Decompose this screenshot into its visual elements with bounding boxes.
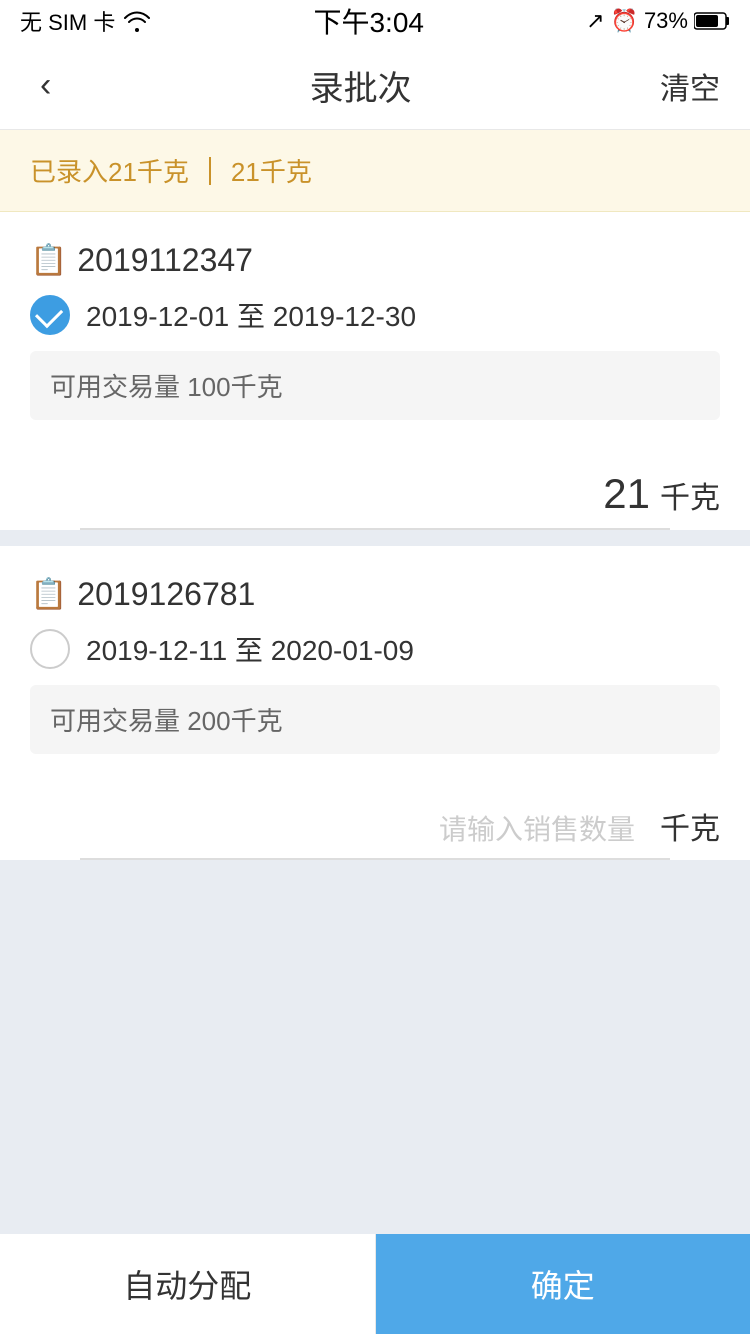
batch-1-amount-row: 21 千克 — [0, 450, 750, 528]
batch-2-date: 2019-12-11 至 2020-01-09 — [86, 629, 414, 669]
info-amount: 21千克 — [231, 152, 312, 189]
status-right: ↗ ⏰ 73% — [586, 8, 730, 34]
no-sim-text: 无 SIM 卡 — [20, 5, 115, 37]
batch-1-date-row[interactable]: 2019-12-01 至 2019-12-30 — [30, 295, 720, 335]
batch-1-radio[interactable] — [30, 295, 70, 335]
batch-1-amount-unit: 千克 — [660, 473, 720, 517]
batch-1-available: 可用交易量 100千克 — [30, 351, 720, 420]
back-button[interactable]: ‹ — [30, 56, 61, 115]
batch-2-available: 可用交易量 200千克 — [30, 685, 720, 754]
recorded-label: 已录入21千克 — [30, 152, 189, 189]
status-time: 下午3:04 — [313, 1, 424, 41]
batch-item-1: 📋 2019112347 2019-12-01 至 2019-12-30 可用交… — [0, 212, 750, 530]
alarm-icon: ⏰ — [611, 8, 638, 34]
confirm-button[interactable]: 确定 — [376, 1234, 750, 1334]
batch-1-id: 2019112347 — [77, 242, 253, 279]
info-divider — [209, 157, 211, 185]
batch-2-icon: 📋 — [30, 577, 67, 612]
auto-distribute-button[interactable]: 自动分配 — [0, 1234, 376, 1334]
batch-2-radio[interactable] — [30, 629, 70, 669]
batch-2-id: 2019126781 — [77, 576, 255, 613]
bottom-bar: 自动分配 确定 — [0, 1234, 750, 1334]
batch-2-input-row: 千克 — [0, 784, 750, 858]
location-icon: ↗ — [586, 8, 604, 34]
batch-2-qty-input[interactable] — [350, 809, 650, 848]
batch-1-header: 📋 2019112347 — [30, 242, 720, 279]
batch-2-date-row[interactable]: 2019-12-11 至 2020-01-09 — [30, 629, 720, 669]
batch-2-header: 📋 2019126781 — [30, 576, 720, 613]
info-banner: 已录入21千克 21千克 — [0, 130, 750, 212]
page-title: 录批次 — [310, 61, 412, 110]
section-separator-2 — [0, 860, 750, 876]
batch-2-unit: 千克 — [660, 804, 720, 848]
nav-bar: ‹ 录批次 清空 — [0, 42, 750, 130]
batch-1-date: 2019-12-01 至 2019-12-30 — [86, 295, 416, 335]
batch-item-2: 📋 2019126781 2019-12-11 至 2020-01-09 可用交… — [0, 546, 750, 860]
clear-button[interactable]: 清空 — [660, 64, 720, 108]
status-left: 无 SIM 卡 — [20, 5, 151, 37]
wifi-icon — [123, 10, 151, 32]
battery-text: 73% — [644, 8, 688, 34]
batch-1-amount-value: 21 — [603, 470, 650, 518]
battery-icon — [694, 11, 730, 31]
section-separator-1 — [0, 530, 750, 546]
batch-1-icon: 📋 — [30, 243, 67, 278]
status-bar: 无 SIM 卡 下午3:04 ↗ ⏰ 73% — [0, 0, 750, 42]
